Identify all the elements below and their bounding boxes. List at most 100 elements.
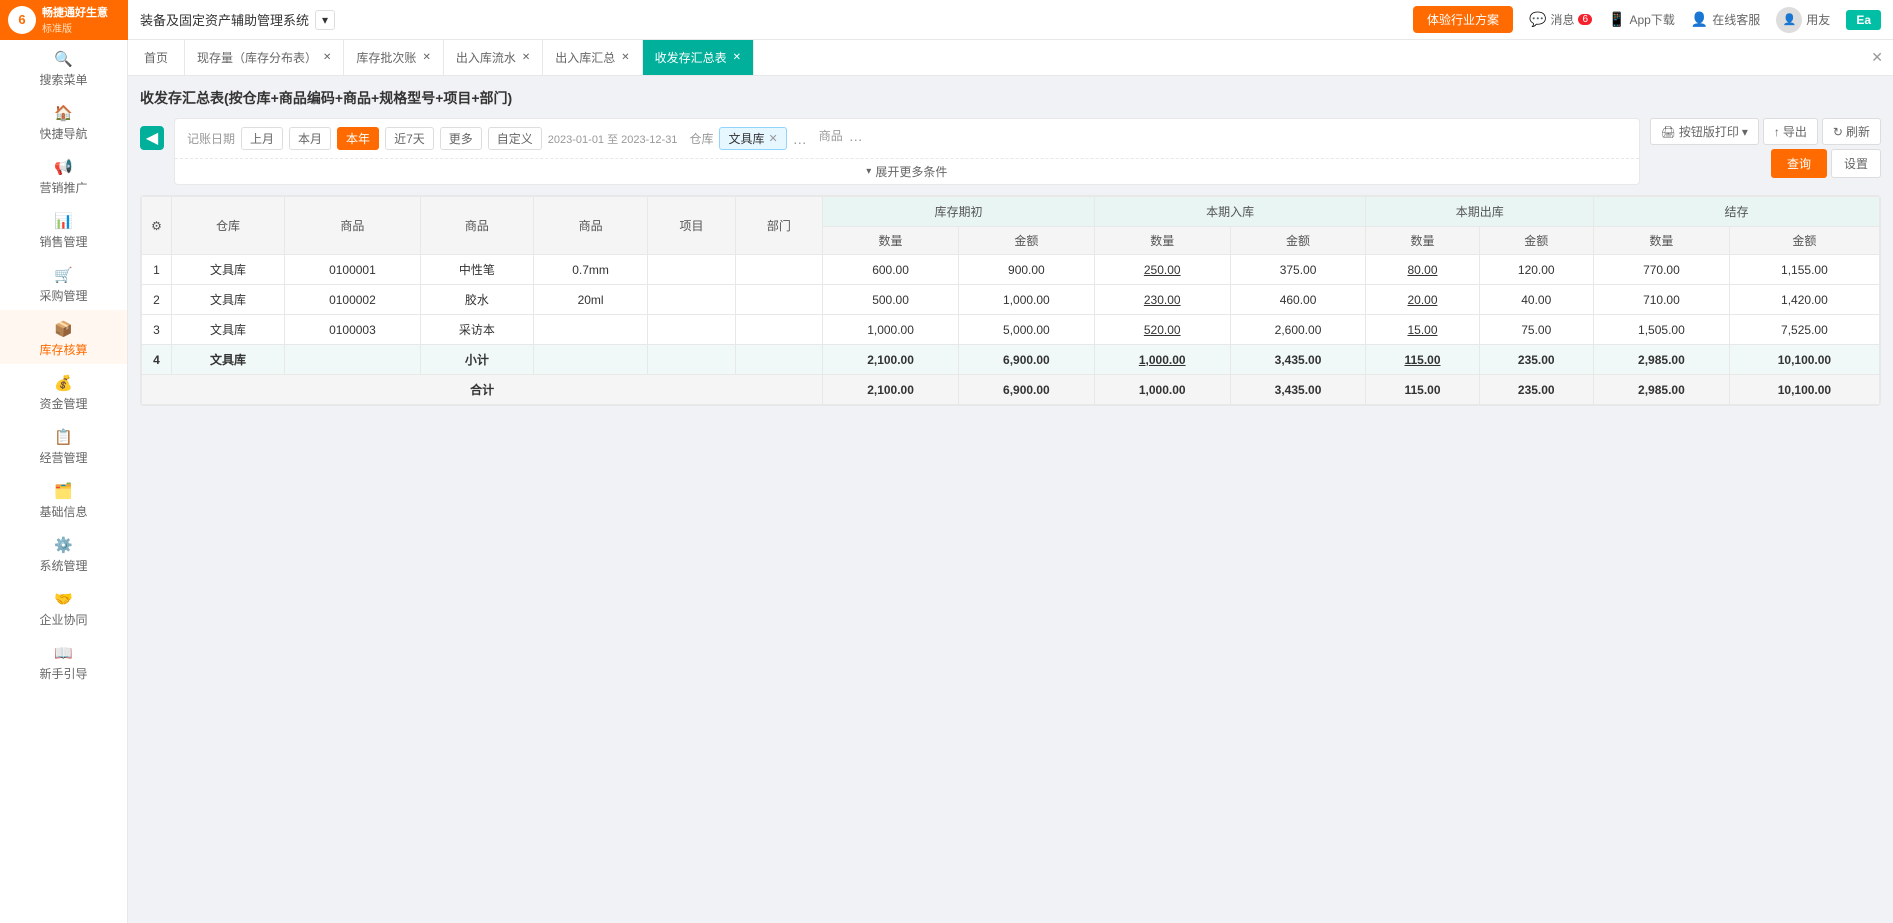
date-filter-label: 记账日期 — [187, 130, 235, 147]
goods-more-btn[interactable]: … — [849, 128, 863, 144]
tab-batch[interactable]: 库存批次账 ✕ — [344, 40, 443, 76]
date-btn-this-month[interactable]: 本月 — [289, 127, 331, 150]
footer-close-qty: 2,985.00 — [1594, 375, 1730, 405]
tab-summary[interactable]: 出入库汇总 ✕ — [543, 40, 642, 76]
operation-icon: 📋 — [54, 428, 73, 446]
tab-recv-send[interactable]: 收发存汇总表 ✕ — [643, 40, 754, 76]
top-right-ea[interactable]: Ea — [1846, 10, 1881, 30]
tab-close-recv-send[interactable]: ✕ — [733, 52, 741, 63]
close-all-tabs-button[interactable]: ✕ — [1871, 49, 1893, 66]
inventory-icon: 📦 — [54, 320, 73, 338]
col-header-goods-spec: 商品 — [533, 197, 647, 255]
subheader-out-qty: 数量 — [1366, 227, 1479, 255]
system-settings-icon[interactable]: ▾ — [315, 10, 335, 30]
print-button[interactable]: 🖨 按钮版打印 ▾ — [1650, 118, 1759, 145]
col-header-goods-name: 商品 — [420, 197, 533, 255]
date-btn-last-month[interactable]: 上月 — [241, 127, 283, 150]
data-table: ⚙ 仓库 商品 商品 商品 项目 部门 库存期初 本期入库 本期出库 结存 — [140, 195, 1881, 406]
tab-close-summary[interactable]: ✕ — [621, 52, 629, 63]
subheader-out-amt: 金额 — [1479, 227, 1593, 255]
sidebar-item-enterprise[interactable]: 🤝 企业协同 — [0, 580, 127, 634]
tab-flow[interactable]: 出入库流水 ✕ — [444, 40, 543, 76]
home-icon: 🏠 — [54, 104, 73, 122]
col-header-goods-code: 商品 — [285, 197, 421, 255]
subheader-close-qty: 数量 — [1594, 227, 1730, 255]
date-btn-7days[interactable]: 近7天 — [385, 127, 434, 150]
sidebar-item-purchase[interactable]: 🛒 采购管理 — [0, 256, 127, 310]
online-service-button[interactable]: 👤 在线客服 — [1691, 11, 1760, 28]
sidebar-item-inventory[interactable]: 📦 库存核算 — [0, 310, 127, 364]
enterprise-icon: 🤝 — [54, 590, 73, 608]
basic-icon: 🗂️ — [54, 482, 73, 500]
footer-in-amt: 3,435.00 — [1230, 375, 1366, 405]
sidebar-item-sales[interactable]: 📊 销售管理 — [0, 202, 127, 256]
footer-close-amt: 10,100.00 — [1729, 375, 1879, 405]
user-avatar: 👤 — [1776, 7, 1802, 33]
search-icon: 🔍 — [54, 50, 73, 68]
table-header-settings[interactable]: ⚙ — [142, 197, 172, 255]
footer-label: 合计 — [142, 375, 823, 405]
sidebar-item-marketing[interactable]: 📢 营销推广 — [0, 148, 127, 202]
guide-icon: 📖 — [54, 644, 73, 662]
subheader-in-qty: 数量 — [1094, 227, 1230, 255]
tab-close-batch[interactable]: ✕ — [422, 52, 430, 63]
footer-open-amt: 6,900.00 — [958, 375, 1094, 405]
app-download-button[interactable]: 📱 App下载 — [1608, 11, 1675, 28]
marketing-icon: 📢 — [54, 158, 73, 176]
warehouse-filter-label: 仓库 — [689, 130, 713, 147]
table-row: 4文具库小计2,100.006,900.001,000.003,435.0011… — [142, 345, 1880, 375]
logo-line1: 畅捷通好生意 — [42, 4, 108, 20]
footer-open-qty: 2,100.00 — [823, 375, 959, 405]
query-button[interactable]: 查询 — [1771, 149, 1827, 178]
footer-out-qty: 115.00 — [1366, 375, 1479, 405]
print-icon: 🖨 — [1661, 125, 1676, 139]
table-row: 1文具库0100001中性笔0.7mm600.00900.00250.00375… — [142, 255, 1880, 285]
sidebar-item-basic[interactable]: 🗂️ 基础信息 — [0, 472, 127, 526]
date-btn-custom[interactable]: 自定义 — [488, 127, 542, 150]
table-row: 3文具库0100003采访本1,000.005,000.00520.002,60… — [142, 315, 1880, 345]
page-title: 收发存汇总表(按仓库+商品编码+商品+规格型号+项目+部门) — [140, 88, 1881, 108]
refresh-icon: ↻ — [1833, 125, 1843, 139]
col-header-in: 本期入库 — [1094, 197, 1366, 227]
system-icon: ⚙️ — [54, 536, 73, 554]
warehouse-tag[interactable]: 文具库 ✕ — [719, 127, 786, 150]
filter-toggle-button[interactable]: ◀ — [140, 126, 164, 150]
user-menu[interactable]: 👤 用友 — [1776, 7, 1830, 33]
export-button[interactable]: ↑ 导出 — [1763, 118, 1818, 145]
sidebar-item-quick-nav[interactable]: 🏠 快捷导航 — [0, 94, 127, 148]
table-row: 2文具库0100002胶水20ml500.001,000.00230.00460… — [142, 285, 1880, 315]
col-header-out: 本期出库 — [1366, 197, 1594, 227]
sidebar-item-system[interactable]: ⚙️ 系统管理 — [0, 526, 127, 580]
tab-home[interactable]: 首页 — [128, 40, 185, 76]
experience-button[interactable]: 体验行业方案 — [1413, 6, 1513, 33]
sidebar-item-search[interactable]: 🔍 搜索菜单 — [0, 40, 127, 94]
export-icon: ↑ — [1774, 125, 1780, 139]
message-badge: 6 — [1578, 14, 1592, 25]
logo-line2: 标准版 — [42, 20, 108, 35]
settings-button[interactable]: 设置 — [1831, 149, 1881, 178]
subheader-open-qty: 数量 — [823, 227, 959, 255]
subheader-in-amt: 金额 — [1230, 227, 1366, 255]
logo-number: 6 — [18, 12, 25, 27]
sidebar-item-operation[interactable]: 📋 经营管理 — [0, 418, 127, 472]
purchase-icon: 🛒 — [54, 266, 73, 284]
tab-close-flow[interactable]: ✕ — [522, 52, 530, 63]
message-button[interactable]: 💬 消息 6 — [1529, 11, 1592, 28]
tab-inventory-dist[interactable]: 现存量（库存分布表） ✕ — [185, 40, 344, 76]
date-btn-this-year[interactable]: 本年 — [337, 127, 379, 150]
warehouse-tag-close[interactable]: ✕ — [768, 132, 777, 145]
print-dropdown-icon: ▾ — [1742, 125, 1748, 139]
subheader-close-amt: 金额 — [1729, 227, 1879, 255]
goods-filter-label: 商品 — [819, 127, 843, 144]
date-btn-more[interactable]: 更多 — [440, 127, 482, 150]
sidebar-item-guide[interactable]: 📖 新手引导 — [0, 634, 127, 688]
system-title: 装备及固定资产辅助管理系统 — [140, 10, 309, 29]
sidebar-item-finance[interactable]: 💰 资金管理 — [0, 364, 127, 418]
refresh-button[interactable]: ↻ 刷新 — [1822, 118, 1881, 145]
finance-icon: 💰 — [54, 374, 73, 392]
expand-filter-button[interactable]: ▾ 展开更多条件 — [175, 158, 1639, 184]
tab-close-inventory-dist[interactable]: ✕ — [323, 52, 331, 63]
date-range-display: 2023-01-01 至 2023-12-31 — [548, 131, 678, 147]
warehouse-more-btn[interactable]: … — [793, 131, 807, 147]
col-header-closing: 结存 — [1594, 197, 1880, 227]
